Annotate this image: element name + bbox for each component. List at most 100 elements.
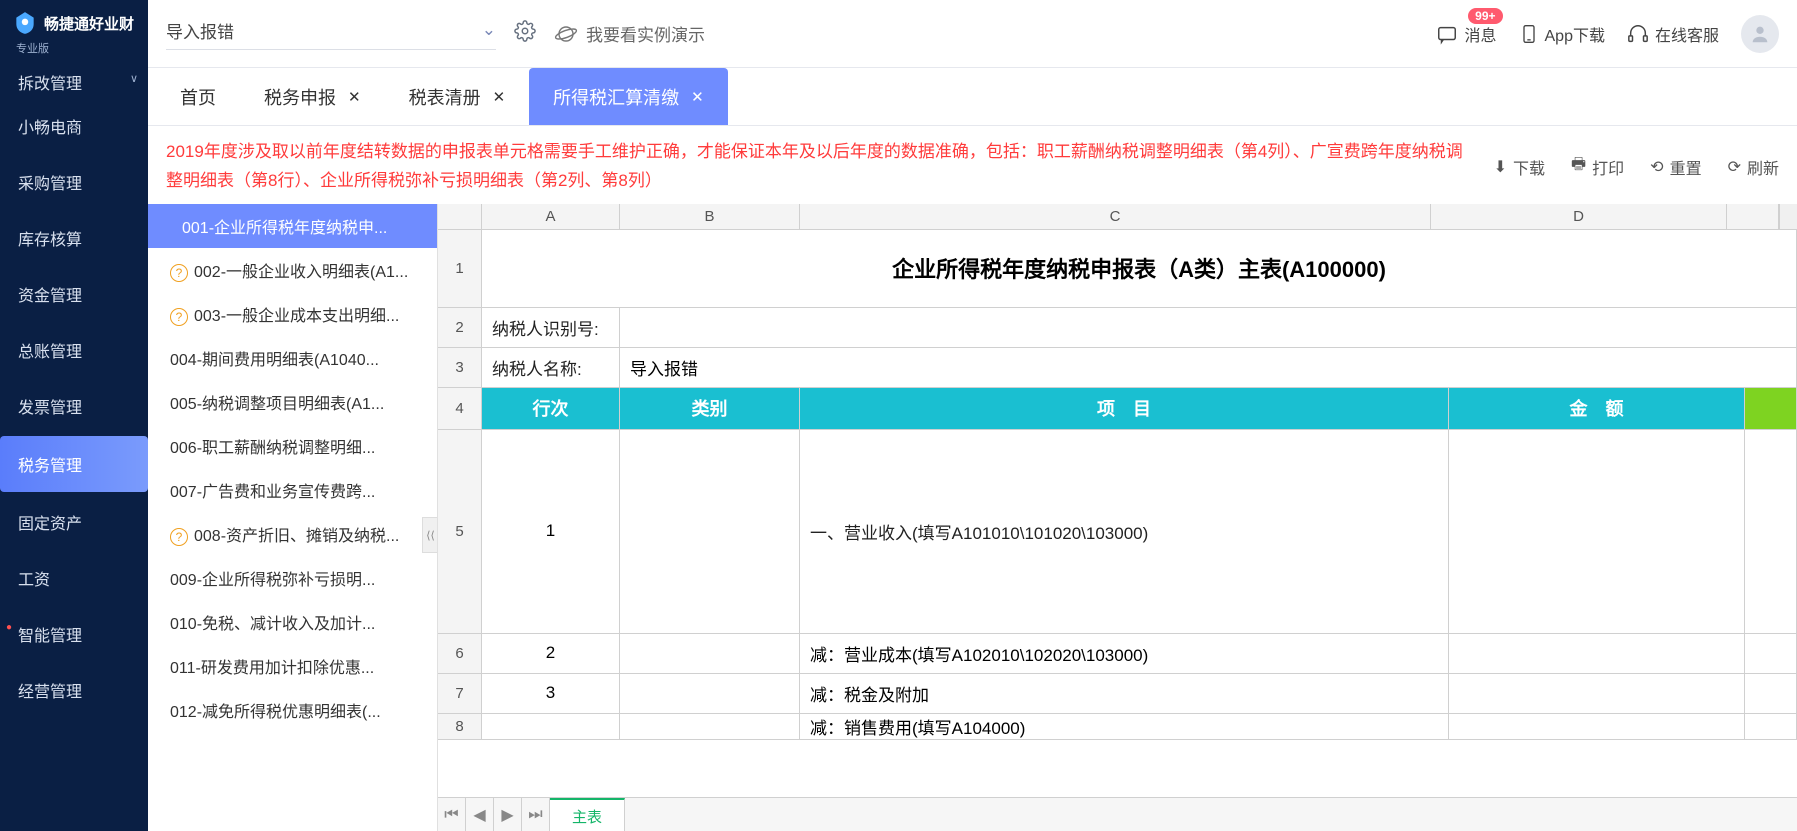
print-button[interactable]: 🖶打印 — [1571, 153, 1624, 180]
download-icon: ⬇ — [1494, 157, 1507, 177]
cell-6b[interactable] — [620, 634, 800, 673]
row-4[interactable]: 4 — [438, 388, 482, 429]
tab-register[interactable]: 税表清册✕ — [385, 68, 530, 125]
cell-7c[interactable]: 减：税金及附加 — [800, 674, 1449, 713]
col-c[interactable]: C — [800, 204, 1431, 229]
sheet-nav-next[interactable]: ▶ — [494, 798, 522, 831]
nav-item-1[interactable]: 小畅电商 — [0, 98, 148, 154]
form-006[interactable]: 006-职工薪酬纳税调整明细... — [148, 424, 437, 468]
row-6[interactable]: 6 — [438, 634, 482, 673]
org-name: 导入报错 — [166, 18, 234, 43]
form-004[interactable]: 004-期间费用明细表(A1040... — [148, 336, 437, 380]
cell-8c[interactable]: 减：销售费用(填写A104000) — [800, 714, 1449, 739]
row-7[interactable]: 7 — [438, 674, 482, 713]
demo-link[interactable]: 我要看实例演示 — [554, 21, 705, 46]
sidebar: 畅捷通好业财 专业版 拆改管理∨ 小畅电商 采购管理 库存核算 资金管理 总账管… — [0, 0, 148, 831]
form-010[interactable]: 010-免税、减计收入及加计... — [148, 600, 437, 644]
cell-5b[interactable] — [620, 430, 800, 633]
cell-5c[interactable]: 一、营业收入(填写A101010\101020\103000) — [800, 430, 1449, 633]
tab-income-tax[interactable]: 所得税汇算清缴✕ — [529, 68, 728, 125]
select-all-cell[interactable] — [438, 204, 482, 229]
gear-icon[interactable] — [514, 20, 536, 47]
cell-7b[interactable] — [620, 674, 800, 713]
nav-item-11[interactable]: 经营管理 — [0, 662, 148, 718]
cell-5a[interactable]: 1 — [482, 430, 620, 633]
cell-8e[interactable] — [1745, 714, 1797, 739]
row-1[interactable]: 1 — [438, 230, 482, 307]
nav-item-2[interactable]: 采购管理 — [0, 154, 148, 210]
nav-item-9[interactable]: 工资 — [0, 550, 148, 606]
headset-icon — [1627, 23, 1649, 45]
sheet-tab-main[interactable]: 主表 — [550, 798, 625, 831]
download-button[interactable]: ⬇下载 — [1494, 153, 1545, 180]
brand-logo: 畅捷通好业财 — [0, 0, 148, 40]
page-tabs: 首页 税务申报✕ 税表清册✕ 所得税汇算清缴✕ — [148, 68, 1797, 126]
sheet-nav-prev[interactable]: ◀ — [466, 798, 494, 831]
cell-6d[interactable] — [1449, 634, 1745, 673]
col-e[interactable] — [1727, 204, 1779, 229]
cell-8a[interactable] — [482, 714, 620, 739]
tab-home[interactable]: 首页 — [156, 68, 240, 125]
topbar: 导入报错 ⌄ 我要看实例演示 消息 99+ App下载 — [148, 0, 1797, 68]
vscrollbar[interactable] — [1779, 204, 1797, 229]
sheet-nav-last[interactable]: ⏭ — [522, 798, 550, 831]
collapse-handle[interactable]: ⟨⟨ — [422, 517, 438, 553]
cell-6e[interactable] — [1745, 634, 1797, 673]
msg-badge: 99+ — [1468, 8, 1502, 24]
avatar[interactable] — [1741, 15, 1779, 53]
form-007[interactable]: 007-广告费和业务宣传费跨... — [148, 468, 437, 512]
form-001[interactable]: 001-企业所得税年度纳税申... — [148, 204, 437, 248]
cell-8d[interactable] — [1449, 714, 1745, 739]
form-003[interactable]: 003-一般企业成本支出明细... — [148, 292, 437, 336]
hdr-extra — [1745, 388, 1797, 429]
cell-7d[interactable] — [1449, 674, 1745, 713]
row-5[interactable]: 5 — [438, 430, 482, 633]
nav-item-6[interactable]: 发票管理 — [0, 378, 148, 434]
app-download[interactable]: App下载 — [1519, 22, 1605, 46]
form-002[interactable]: 002-一般企业收入明细表(A1... — [148, 248, 437, 292]
taxpayer-name-label: 纳税人名称: — [482, 348, 620, 387]
form-005[interactable]: 005-纳税调整项目明细表(A1... — [148, 380, 437, 424]
reset-button[interactable]: ⟲重置 — [1650, 153, 1701, 180]
spreadsheet: A B C D 1 企业所得税年度纳税申报表（A类）主表(A100000) — [438, 204, 1797, 831]
cell-5d[interactable] — [1449, 430, 1745, 633]
refresh-button[interactable]: ⟳刷新 — [1728, 153, 1779, 180]
row-2[interactable]: 2 — [438, 308, 482, 347]
form-012[interactable]: 012-减免所得税优惠明细表(... — [148, 688, 437, 732]
close-icon[interactable]: ✕ — [493, 88, 506, 106]
col-b[interactable]: B — [620, 204, 800, 229]
col-a[interactable]: A — [482, 204, 620, 229]
nav-item-tax[interactable]: 税务管理 — [0, 436, 148, 492]
row-3[interactable]: 3 — [438, 348, 482, 387]
nav-item-10[interactable]: 智能管理 — [0, 606, 148, 662]
support-button[interactable]: 在线客服 — [1627, 22, 1719, 46]
form-008[interactable]: 008-资产折旧、摊销及纳税... — [148, 512, 437, 556]
tab-declare[interactable]: 税务申报✕ — [240, 68, 385, 125]
row-8[interactable]: 8 — [438, 714, 482, 739]
col-d[interactable]: D — [1431, 204, 1727, 229]
nav-item-4[interactable]: 资金管理 — [0, 266, 148, 322]
nav-item-8[interactable]: 固定资产 — [0, 494, 148, 550]
nav-item-5[interactable]: 总账管理 — [0, 322, 148, 378]
nav-item-0[interactable]: 拆改管理∨ — [0, 66, 148, 98]
chevron-down-icon: ⌄ — [482, 20, 496, 40]
form-011[interactable]: 011-研发费用加计扣除优惠... — [148, 644, 437, 688]
taxpayer-id-value[interactable] — [620, 308, 1797, 347]
cell-6c[interactable]: 减：营业成本(填写A102010\102020\103000) — [800, 634, 1449, 673]
sheet-nav-first[interactable]: ⏮ — [438, 798, 466, 831]
cell-8b[interactable] — [620, 714, 800, 739]
close-icon[interactable]: ✕ — [348, 88, 361, 106]
form-009[interactable]: 009-企业所得税弥补亏损明... — [148, 556, 437, 600]
close-icon[interactable]: ✕ — [691, 88, 704, 106]
taxpayer-id-label: 纳税人识别号: — [482, 308, 620, 347]
cell-5e[interactable] — [1745, 430, 1797, 633]
hdr-item: 项 目 — [800, 388, 1449, 429]
cell-7e[interactable] — [1745, 674, 1797, 713]
cell-7a[interactable]: 3 — [482, 674, 620, 713]
form-list: 001-企业所得税年度纳税申... 002-一般企业收入明细表(A1... 00… — [148, 204, 438, 831]
taxpayer-name-value[interactable]: 导入报错 — [620, 348, 1797, 387]
org-selector[interactable]: 导入报错 ⌄ — [166, 18, 496, 50]
nav-item-3[interactable]: 库存核算 — [0, 210, 148, 266]
messages-button[interactable]: 消息 99+ — [1436, 22, 1496, 46]
cell-6a[interactable]: 2 — [482, 634, 620, 673]
